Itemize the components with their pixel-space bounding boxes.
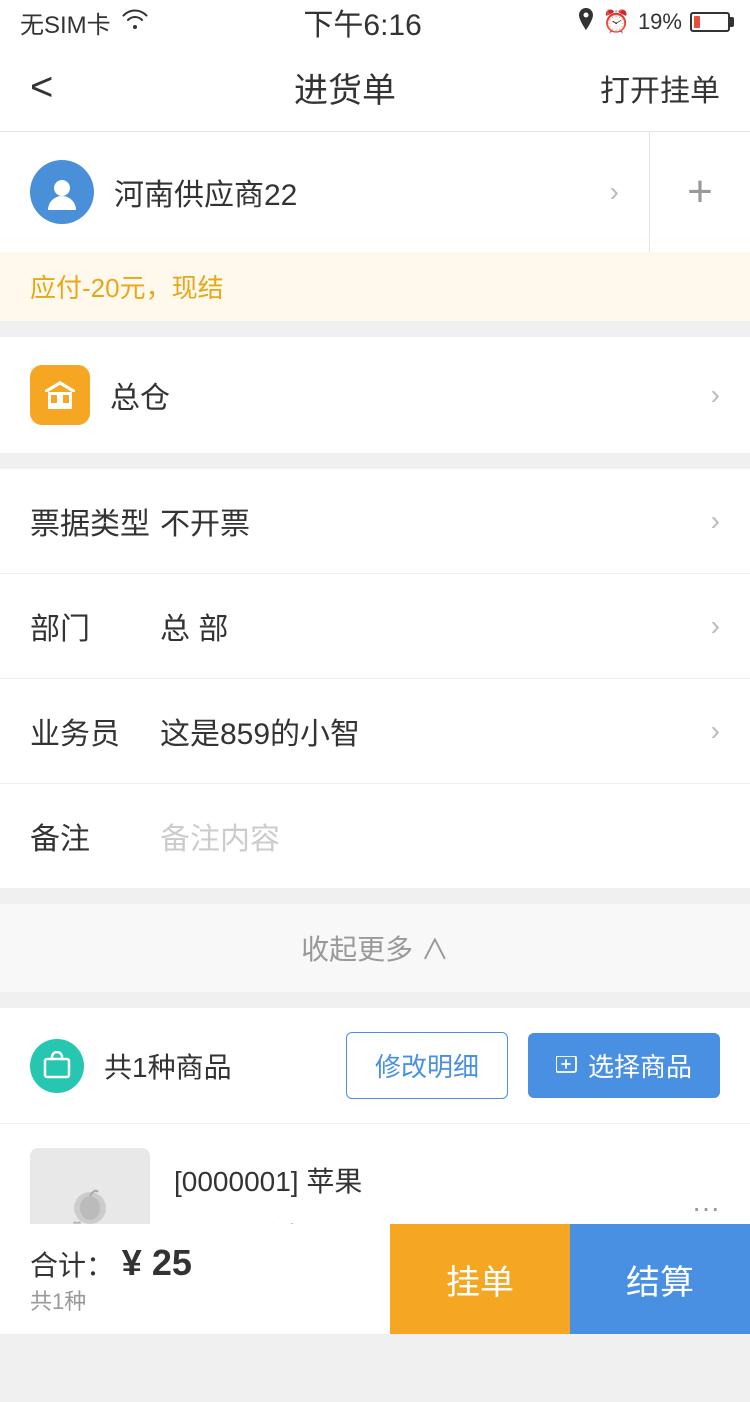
- remark-label: 备注: [30, 814, 160, 858]
- open-pending-button[interactable]: 打开挂单: [600, 66, 720, 110]
- invoice-value: 不开票: [160, 499, 701, 543]
- salesperson-chevron-icon: ›: [711, 715, 720, 747]
- invoice-type-row[interactable]: 票据类型 不开票 ›: [0, 469, 750, 574]
- total-amount: ¥ 25: [122, 1242, 192, 1283]
- select-product-label: 选择商品: [588, 1047, 692, 1084]
- battery-icon: [690, 12, 730, 32]
- bottom-bar: 合计： ¥ 25 共1种 挂单 结算: [0, 1224, 750, 1334]
- warehouse-name: 总仓: [110, 373, 701, 417]
- salesperson-label: 业务员: [30, 709, 160, 753]
- total-row: 合计： ¥ 25: [30, 1242, 360, 1284]
- battery-text: 19%: [638, 9, 682, 35]
- status-bar: 无SIM卡 下午6:16 ⏰ 19%: [0, 0, 750, 44]
- location-icon: [577, 8, 595, 36]
- edit-detail-button[interactable]: 修改明细: [346, 1032, 508, 1099]
- status-left: 无SIM卡: [20, 5, 149, 40]
- warehouse-chevron-icon: ›: [711, 379, 720, 411]
- department-row[interactable]: 部门 总 部 ›: [0, 574, 750, 679]
- add-button[interactable]: +: [650, 132, 750, 252]
- supplier-chevron-icon: ›: [610, 176, 619, 208]
- form-section: 票据类型 不开票 › 部门 总 部 › 业务员 这是859的小智 › 备注 备注…: [0, 469, 750, 888]
- salesperson-row[interactable]: 业务员 这是859的小智 ›: [0, 679, 750, 784]
- total-section: 合计： ¥ 25 共1种: [0, 1242, 390, 1316]
- department-label: 部门: [30, 604, 160, 648]
- invoice-chevron-icon: ›: [711, 505, 720, 537]
- alarm-icon: ⏰: [603, 9, 630, 35]
- department-value: 总 部: [160, 604, 701, 648]
- total-label: 合计：: [30, 1250, 114, 1281]
- supplier-name: 河南供应商22: [114, 170, 600, 214]
- warehouse-selector[interactable]: 总仓 ›: [0, 337, 750, 453]
- products-count: 共1种商品: [104, 1046, 326, 1086]
- products-icon: [30, 1039, 84, 1093]
- invoice-label: 票据类型: [30, 499, 160, 543]
- notice-bar: 应付-20元，现结: [0, 252, 750, 321]
- status-right: ⏰ 19%: [577, 8, 730, 36]
- main-content: 河南供应商22 › + 应付-20元，现结 总仓 › 票据类型 不开票 › 部门…: [0, 132, 750, 1402]
- collapse-button[interactable]: 收起更多 ∧: [0, 904, 750, 992]
- back-button[interactable]: <: [30, 65, 90, 110]
- supplier-selector[interactable]: 河南供应商22 ›: [0, 132, 650, 252]
- supplier-avatar: [30, 160, 94, 224]
- product-more-button[interactable]: ···: [692, 1192, 720, 1224]
- checkout-button[interactable]: 结算: [570, 1224, 750, 1334]
- wifi-icon: [121, 8, 149, 36]
- warehouse-icon: [30, 365, 90, 425]
- products-header: 共1种商品 修改明细 选择商品: [0, 1008, 750, 1124]
- remark-input[interactable]: 备注内容: [160, 814, 720, 858]
- supplier-section: 河南供应商22 › +: [0, 132, 750, 252]
- salesperson-value: 这是859的小智: [160, 709, 701, 753]
- status-time: 下午6:16: [303, 0, 421, 44]
- total-count: 共1种: [30, 1284, 360, 1316]
- product-name: [0000001] 苹果: [174, 1160, 692, 1200]
- remark-row[interactable]: 备注 备注内容: [0, 784, 750, 888]
- page-title: 进货单: [294, 63, 396, 112]
- nav-bar: < 进货单 打开挂单: [0, 44, 750, 132]
- department-chevron-icon: ›: [711, 610, 720, 642]
- carrier-label: 无SIM卡: [20, 5, 111, 40]
- select-product-button[interactable]: 选择商品: [528, 1033, 720, 1098]
- hang-button[interactable]: 挂单: [390, 1224, 570, 1334]
